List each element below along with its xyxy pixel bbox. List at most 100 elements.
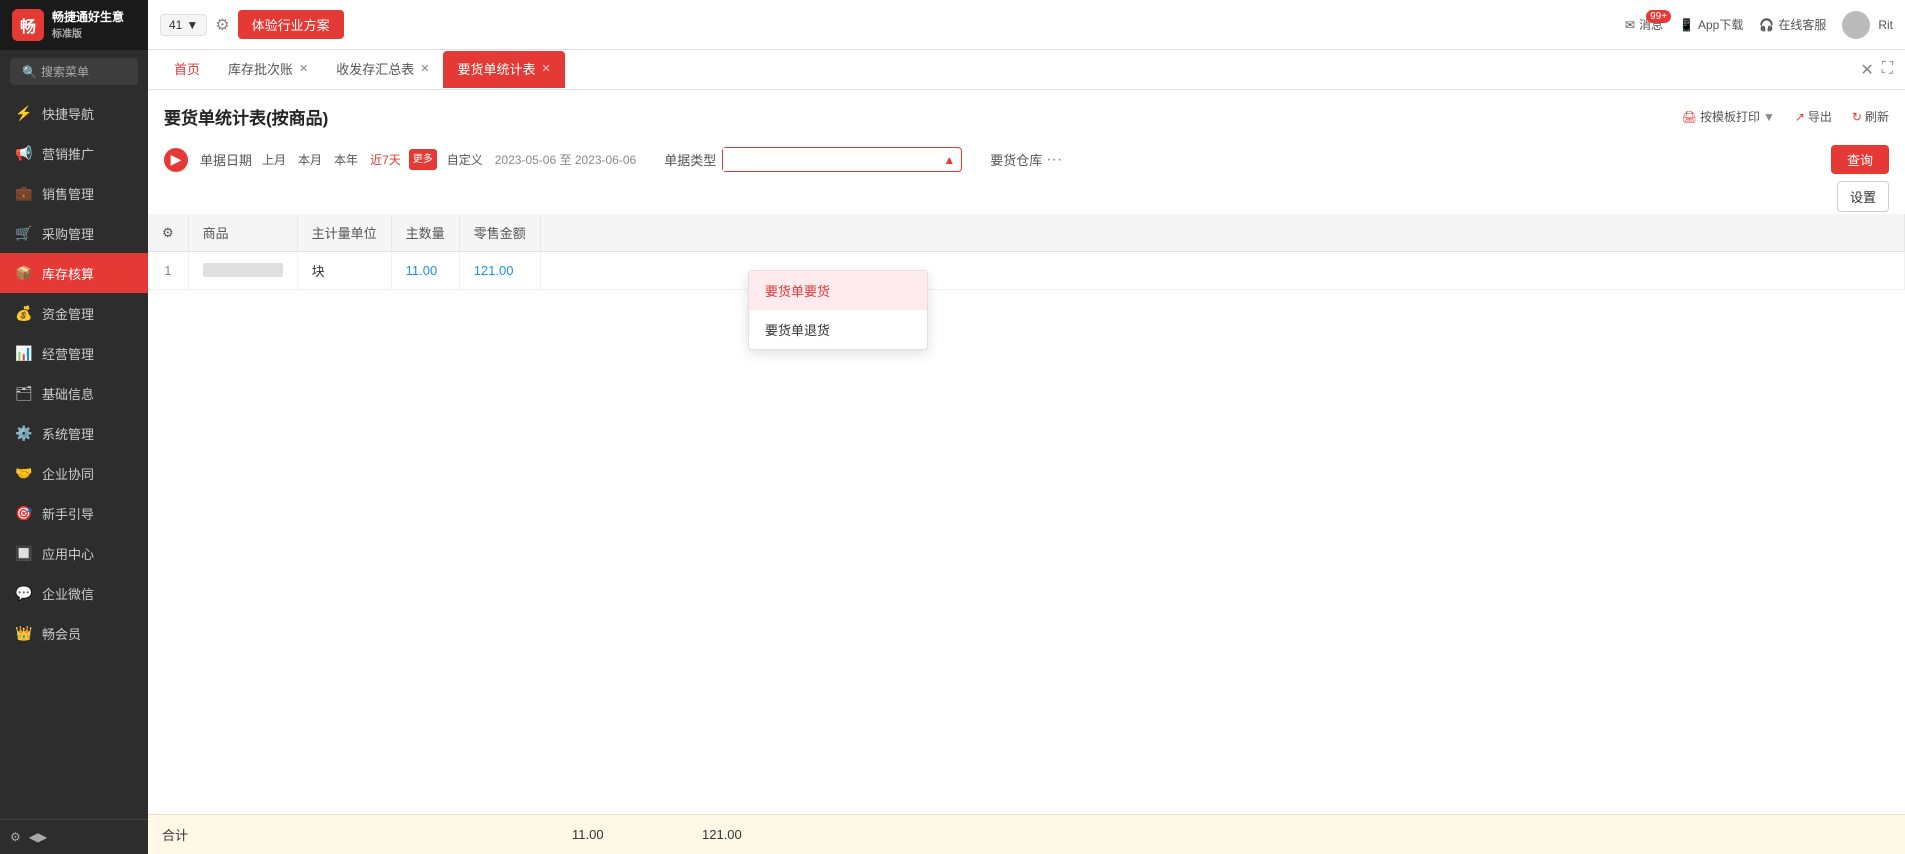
date-btn-this-month[interactable]: 本月: [294, 149, 326, 170]
sidebar-nav: ⚡ 快捷导航 📢 营销推广 💼 销售管理 🛒 采购管理 📦 库存核算 💰 资金管…: [0, 93, 148, 819]
sidebar-bottom: ⚙ ◀▶: [0, 819, 148, 854]
data-table: ⚙ 商品 主计量单位 主数量 零售金额 1 块: [148, 214, 1905, 290]
sidebar-item-basic[interactable]: 🗂 基础信息: [0, 373, 148, 413]
tab-receivable-summary-label: 收发存汇总表: [336, 59, 414, 78]
guide-icon: 🎯: [14, 503, 34, 523]
tab-inventory-batch[interactable]: 库存批次账 ✕: [214, 51, 322, 88]
trial-btn[interactable]: 体验行业方案: [238, 10, 344, 39]
sales-icon: 💼: [14, 183, 34, 203]
sidebar-item-label: 畅会员: [42, 624, 81, 643]
cell-extra: [540, 252, 1904, 290]
sidebar-item-system[interactable]: ⚙️ 系统管理: [0, 413, 148, 453]
sidebar-item-wechat[interactable]: 💬 企业微信: [0, 573, 148, 613]
tab-receivable-summary[interactable]: 收发存汇总表 ✕: [322, 51, 443, 88]
settings-btn[interactable]: 设置: [1837, 181, 1889, 212]
col-settings[interactable]: ⚙: [148, 214, 188, 252]
print-btn[interactable]: 🖨 按模板打印 ▼: [1682, 108, 1775, 125]
messages-item[interactable]: ✉ 消息 99+: [1625, 16, 1663, 33]
tabs-right-controls: ✕ ⛶: [1860, 60, 1893, 80]
service-icon: 🎧: [1759, 18, 1774, 32]
export-icon: ↗: [1795, 110, 1805, 124]
sidebar-item-vip[interactable]: 👑 畅会员: [0, 613, 148, 653]
settings-gear-icon[interactable]: ⚙: [215, 15, 229, 35]
apps-icon: 🔲: [14, 543, 34, 563]
sidebar-item-guide[interactable]: 🎯 新手引导: [0, 493, 148, 533]
product-name-blur: [203, 263, 283, 277]
sidebar-item-enterprise[interactable]: 🤝 企业协同: [0, 453, 148, 493]
query-btn[interactable]: 查询: [1831, 145, 1889, 174]
close-tab-request-summary[interactable]: ✕: [542, 62, 551, 75]
amount-link[interactable]: 121.00: [474, 263, 514, 278]
export-btn[interactable]: ↗ 导出: [1795, 108, 1832, 125]
doc-type-label: 单据类型: [664, 150, 716, 169]
sidebar-item-label: 基础信息: [42, 384, 94, 403]
tab-home[interactable]: 首页: [160, 51, 214, 88]
page-title: 要货单统计表(按商品): [164, 104, 328, 129]
sidebar-search[interactable]: 🔍 搜索菜单: [10, 58, 138, 85]
sidebar-item-marketing[interactable]: 📢 营销推广: [0, 133, 148, 173]
footer-quantity: 11.00: [572, 827, 652, 842]
sidebar-item-purchase[interactable]: 🛒 采购管理: [0, 213, 148, 253]
sidebar-item-operations[interactable]: 📊 经营管理: [0, 333, 148, 373]
sidebar-search-label: 搜索菜单: [41, 63, 89, 80]
dropdown-item-return-order[interactable]: 要货单退货: [749, 310, 927, 349]
close-all-tabs-btn[interactable]: ✕: [1860, 60, 1873, 80]
col-amount: 零售金额: [459, 214, 540, 252]
app-download-item[interactable]: 📱 App下载: [1679, 16, 1743, 33]
doc-type-dropdown: 要货单要货 要货单退货: [748, 270, 928, 350]
finance-icon: 💰: [14, 303, 34, 323]
cell-amount: 121.00: [459, 252, 540, 290]
main-area: 41 ▼ ⚙ 体验行业方案 ✉ 消息 99+ 📱 App下载 🎧 在线客服 R: [148, 0, 1905, 854]
cell-unit: 块: [297, 252, 391, 290]
col-extra: [540, 214, 1904, 252]
filter-expand-btn[interactable]: ▶: [164, 148, 188, 172]
expand-tabs-btn[interactable]: ⛶: [1882, 60, 1893, 80]
date-btn-this-year[interactable]: 本年: [330, 149, 362, 170]
online-service-item[interactable]: 🎧 在线客服: [1759, 16, 1826, 33]
print-dropdown-icon: ▼: [1763, 110, 1775, 124]
collapse-btn[interactable]: ◀▶: [29, 830, 47, 844]
doc-type-dropdown-arrow[interactable]: ▲: [937, 153, 961, 167]
table-footer: 合计 11.00 121.00: [148, 814, 1905, 854]
warehouse-more-btn[interactable]: ···: [1046, 151, 1062, 169]
footer-amount: 121.00: [702, 827, 742, 842]
sidebar-item-label: 销售管理: [42, 184, 94, 203]
doc-type-select-wrap: ▲: [722, 147, 962, 172]
sidebar-item-label: 营销推广: [42, 144, 94, 163]
sidebar: 畅 畅捷通好生意 标准版 🔍 搜索菜单 ⚡ 快捷导航 📢 营销推广 💼 销售管理…: [0, 0, 148, 854]
quantity-link[interactable]: 11.00: [406, 263, 438, 278]
dropdown-item-request-order[interactable]: 要货单要货: [749, 271, 927, 310]
user-item[interactable]: Rit: [1842, 11, 1893, 39]
sidebar-item-inventory[interactable]: 📦 库存核算: [0, 253, 148, 293]
sidebar-item-label: 新手引导: [42, 504, 94, 523]
sidebar-item-quick-nav[interactable]: ⚡ 快捷导航: [0, 93, 148, 133]
refresh-icon: ↻: [1852, 110, 1862, 124]
account-selector[interactable]: 41 ▼: [160, 14, 207, 36]
user-name: Rit: [1878, 18, 1893, 32]
sidebar-item-sales[interactable]: 💼 销售管理: [0, 173, 148, 213]
close-tab-receivable-summary[interactable]: ✕: [420, 62, 429, 75]
sidebar-item-label: 企业协同: [42, 464, 94, 483]
settings-btn[interactable]: ⚙: [10, 830, 21, 844]
message-icon: ✉: [1625, 18, 1635, 32]
more-tag[interactable]: 更多: [409, 149, 437, 170]
system-icon: ⚙️: [14, 423, 34, 443]
custom-date-btn[interactable]: 自定义: [443, 149, 487, 170]
logo-sub: 标准版: [52, 25, 124, 40]
tab-request-summary[interactable]: 要货单统计表 ✕: [443, 51, 564, 88]
sidebar-item-apps[interactable]: 🔲 应用中心: [0, 533, 148, 573]
table-header-row: ⚙ 商品 主计量单位 主数量 零售金额: [148, 214, 1905, 252]
cell-quantity: 11.00: [391, 252, 459, 290]
refresh-btn[interactable]: ↻ 刷新: [1852, 108, 1889, 125]
sidebar-item-finance[interactable]: 💰 资金管理: [0, 293, 148, 333]
doc-type-input[interactable]: [723, 148, 937, 171]
date-btn-last-month[interactable]: 上月: [258, 149, 290, 170]
warehouse-group: 要货仓库 ···: [990, 150, 1062, 169]
close-tab-inventory-batch[interactable]: ✕: [299, 62, 308, 75]
date-btn-7days[interactable]: 近7天: [366, 149, 405, 170]
user-avatar: [1842, 11, 1870, 39]
page-header: 要货单统计表(按商品) 🖨 按模板打印 ▼ ↗ 导出 ↻ 刷新: [148, 90, 1905, 137]
col-unit: 主计量单位: [297, 214, 391, 252]
table-area: ⚙ 商品 主计量单位 主数量 零售金额 1 块: [148, 214, 1905, 814]
sidebar-item-label: 快捷导航: [42, 104, 94, 123]
